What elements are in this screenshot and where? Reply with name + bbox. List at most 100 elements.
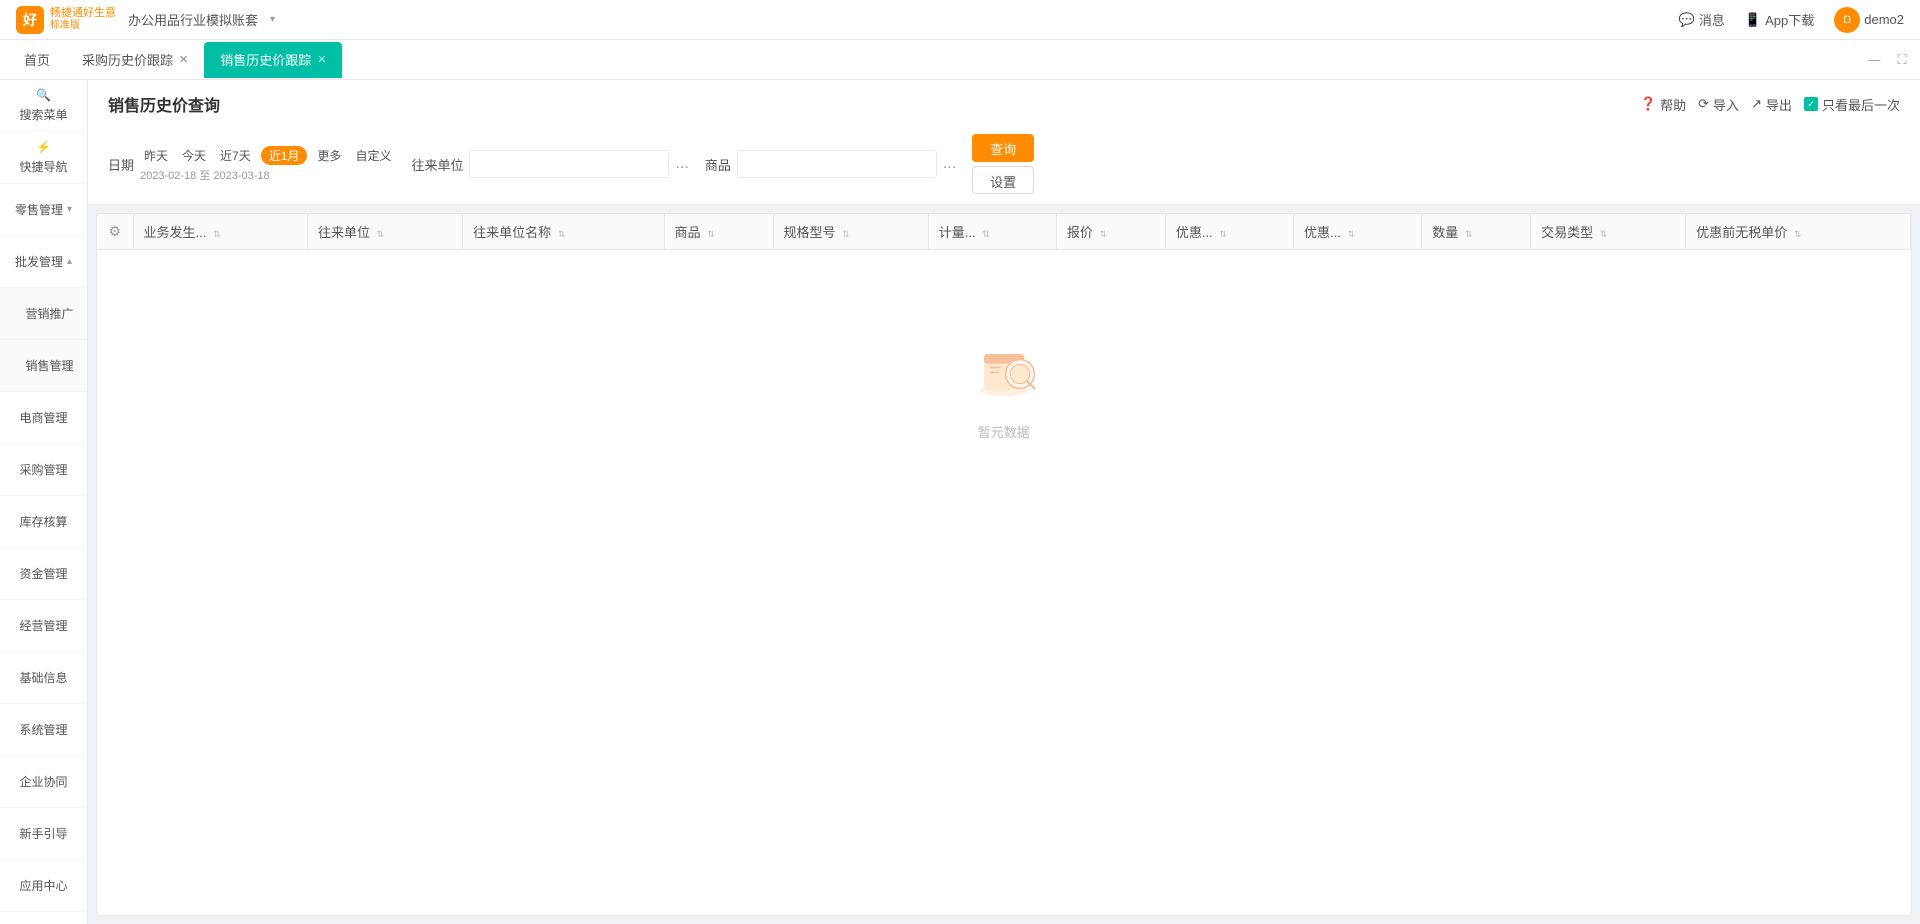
col-product[interactable]: 商品 ⇅ (664, 214, 773, 250)
tab-sales[interactable]: 销售历史价跟踪 ✕ (204, 42, 342, 78)
quick-nav-icon: ⚡ (36, 140, 51, 154)
sidebar-item-quick-nav[interactable]: ⚡ 快捷导航 (0, 132, 87, 184)
sidebar-item-retail-mgmt[interactable]: 零售管理 ▾ (0, 184, 87, 236)
tab-purchase[interactable]: 采购历史价跟踪 ✕ (66, 42, 204, 78)
logo-area: 好 畅捷通好生意 标准版 (16, 6, 116, 34)
sidebar-item-inventory[interactable]: 库存核算 (0, 496, 87, 548)
date-buttons: 昨天 今天 近7天 近1月 更多 自定义 (140, 146, 395, 165)
empty-state-illustration (964, 330, 1044, 410)
page-title-row: 销售历史价查询 ❓ 帮助 ⟳ 导入 ↗ 导出 ✓ (108, 92, 1900, 116)
data-table: ⚙ 业务发生... ⇅ 往来单位 ⇅ 往来单位名称 ⇅ (97, 214, 1911, 521)
sidebar-item-finance[interactable]: 资金管理 (0, 548, 87, 600)
date-btn-more[interactable]: 更多 (313, 146, 345, 165)
search-menu-icon: 🔍 (36, 88, 51, 102)
close-sales-tab[interactable]: ✕ (317, 53, 326, 66)
message-action[interactable]: 💬 消息 (1679, 10, 1725, 29)
col-discount2[interactable]: 优惠... ⇅ (1294, 214, 1422, 250)
date-filter-label: 日期 (108, 155, 134, 174)
export-action[interactable]: ↗ 导出 (1751, 95, 1792, 114)
date-btn-yesterday[interactable]: 昨天 (140, 146, 172, 165)
empty-text: 暂元数据 (978, 422, 1030, 441)
col-partner-code[interactable]: 往来单位 ⇅ (307, 214, 462, 250)
sort-product-icon: ⇅ (707, 229, 715, 239)
message-icon: 💬 (1679, 12, 1695, 28)
retail-mgmt-arrow: ▾ (67, 204, 72, 215)
maximize-btn[interactable]: ⛶ (1892, 50, 1912, 70)
main-layout: 🔍 搜索菜单 ⚡ 快捷导航 零售管理 ▾ 批发管理 ▴ 营销推广 销售管理 电商… (0, 80, 1920, 924)
window-controls: — ⛶ (1864, 50, 1912, 70)
help-icon: ❓ (1640, 96, 1656, 112)
sidebar-item-app-center[interactable]: 应用中心 (0, 860, 87, 912)
sidebar-item-marketing[interactable]: 营销推广 (0, 288, 87, 340)
col-partner-name[interactable]: 往来单位名称 ⇅ (463, 214, 664, 250)
wholesale-mgmt-arrow: ▴ (67, 256, 72, 267)
sort-pretax-icon: ⇅ (1794, 229, 1802, 239)
sidebar-item-operations[interactable]: 经营管理 (0, 600, 87, 652)
page-title: 销售历史价查询 (108, 92, 220, 116)
date-btn-1month[interactable]: 近1月 (261, 146, 308, 165)
sidebar: 🔍 搜索菜单 ⚡ 快捷导航 零售管理 ▾ 批发管理 ▴ 营销推广 销售管理 电商… (0, 80, 88, 924)
partner-dots[interactable]: ... (675, 155, 688, 173)
sidebar-item-enterprise[interactable]: 企业协同 (0, 756, 87, 808)
page-actions: ❓ 帮助 ⟳ 导入 ↗ 导出 ✓ 只看最后一次 (1640, 95, 1900, 114)
search-button[interactable]: 查询 (972, 134, 1034, 162)
product-dots[interactable]: ... (943, 155, 956, 173)
logo-icon: 好 (16, 6, 44, 34)
partner-label: 往来单位 (411, 155, 463, 174)
product-input[interactable] (737, 150, 937, 178)
date-range-display: 2023-02-18 至 2023-03-18 (140, 167, 395, 183)
user-action[interactable]: D demo2 (1834, 7, 1904, 33)
import-icon: ⟳ (1698, 96, 1709, 112)
col-settings: ⚙ (97, 214, 133, 250)
col-qty[interactable]: 数量 ⇅ (1422, 214, 1531, 250)
tab-bar: 首页 采购历史价跟踪 ✕ 销售历史价跟踪 ✕ — ⛶ (0, 40, 1920, 80)
sidebar-item-newbie[interactable]: 新手引导 (0, 808, 87, 860)
sidebar-item-basics[interactable]: 基础信息 (0, 652, 87, 704)
col-biz-date[interactable]: 业务发生... ⇅ (133, 214, 307, 250)
close-purchase-tab[interactable]: ✕ (179, 53, 188, 66)
sort-quote-icon: ⇅ (1100, 229, 1108, 239)
col-pretax-price[interactable]: 优惠前无税单价 ⇅ (1686, 214, 1911, 250)
checkbox-checked-icon: ✓ (1804, 97, 1818, 111)
table-container: ⚙ 业务发生... ⇅ 往来单位 ⇅ 往来单位名称 ⇅ (96, 213, 1912, 916)
col-trade-type[interactable]: 交易类型 ⇅ (1531, 214, 1686, 250)
app-download-action[interactable]: 📱 App下载 (1745, 10, 1814, 29)
sidebar-item-ecommerce[interactable]: 电商管理 (0, 392, 87, 444)
date-btn-7days[interactable]: 近7天 (216, 146, 255, 165)
sidebar-item-search-menu[interactable]: 🔍 搜索菜单 (0, 80, 87, 132)
sort-partner-code-icon: ⇅ (377, 229, 385, 239)
date-filter-group: 日期 昨天 今天 近7天 近1月 更多 自定义 2023-02-18 至 202… (108, 146, 395, 183)
sidebar-item-purchase[interactable]: 采购管理 (0, 444, 87, 496)
partner-input[interactable] (469, 150, 669, 178)
help-action[interactable]: ❓ 帮助 (1640, 95, 1686, 114)
filter-bar: 日期 昨天 今天 近7天 近1月 更多 自定义 2023-02-18 至 202… (108, 126, 1900, 204)
import-action[interactable]: ⟳ 导入 (1698, 95, 1739, 114)
sidebar-item-corp-wechat[interactable]: 企业微信 (0, 912, 87, 924)
date-btn-custom[interactable]: 自定义 (351, 146, 395, 165)
date-options-row: 昨天 今天 近7天 近1月 更多 自定义 2023-02-18 至 2023-0… (140, 146, 395, 183)
empty-state: 暂元数据 (97, 250, 1911, 521)
sidebar-item-sales-mgmt[interactable]: 销售管理 (0, 340, 87, 392)
date-btn-today[interactable]: 今天 (178, 146, 210, 165)
minimize-btn[interactable]: — (1864, 50, 1884, 70)
table-body: 暂元数据 (97, 250, 1911, 522)
sort-partner-name-icon: ⇅ (558, 229, 566, 239)
col-quote[interactable]: 报价 ⇅ (1056, 214, 1165, 250)
export-icon: ↗ (1751, 96, 1762, 112)
sort-biz-date-icon: ⇅ (213, 229, 221, 239)
sidebar-item-wholesale-mgmt[interactable]: 批发管理 ▴ (0, 236, 87, 288)
col-discount1[interactable]: 优惠... ⇅ (1165, 214, 1293, 250)
column-settings-icon[interactable]: ⚙ (108, 223, 121, 240)
tab-home[interactable]: 首页 (8, 42, 66, 78)
sidebar-item-system[interactable]: 系统管理 (0, 704, 87, 756)
product-filter-group: 商品 ... (705, 150, 956, 178)
col-unit[interactable]: 计量... ⇅ (928, 214, 1056, 250)
sort-qty-icon: ⇅ (1465, 229, 1473, 239)
sort-discount2-icon: ⇅ (1347, 229, 1355, 239)
only-last-checkbox[interactable]: ✓ 只看最后一次 (1804, 95, 1900, 114)
top-header: 好 畅捷通好生意 标准版 办公用品行业模拟账套 ▾ 💬 消息 📱 App下载 D… (0, 0, 1920, 40)
app-title-dropdown[interactable]: ▾ (270, 14, 275, 25)
settings-button[interactable]: 设置 (972, 166, 1034, 194)
partner-filter-group: 往来单位 ... (411, 150, 688, 178)
col-spec[interactable]: 规格型号 ⇅ (773, 214, 928, 250)
